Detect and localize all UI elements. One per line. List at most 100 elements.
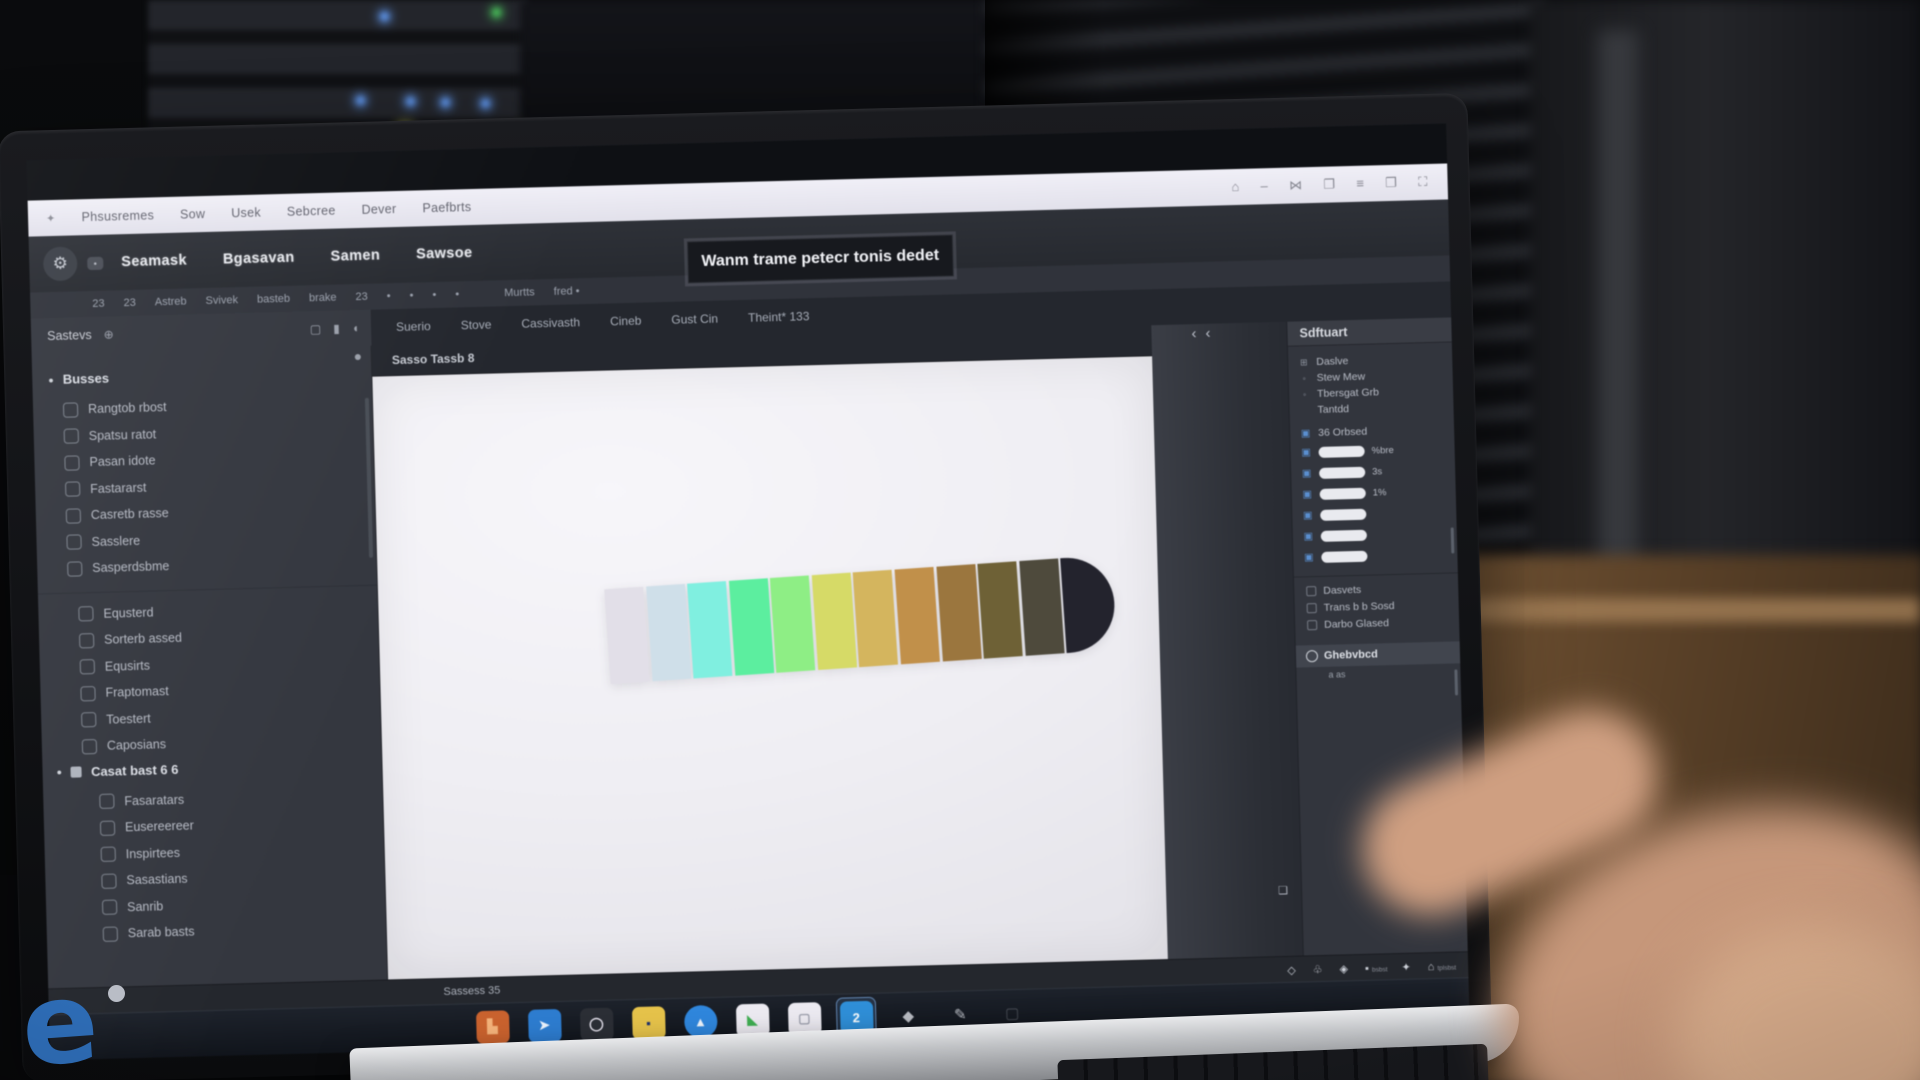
status-icon[interactable]: ♧ xyxy=(1313,962,1326,976)
document-tab[interactable]: Stove xyxy=(447,310,504,339)
ribbon-menu-item[interactable]: Sawsoe xyxy=(416,245,473,262)
document-tab[interactable]: Theint* 133 xyxy=(735,302,823,332)
toolbar-item[interactable]: fred • xyxy=(554,285,580,298)
color-swatch[interactable] xyxy=(728,578,775,676)
layer-checkbox-icon[interactable] xyxy=(78,606,94,622)
toolbar-item[interactable]: 23 xyxy=(355,291,368,303)
window-control-icon[interactable]: ⌂ xyxy=(1231,179,1240,195)
color-swatch[interactable] xyxy=(894,566,940,665)
layer-checkbox-icon[interactable] xyxy=(99,793,115,810)
window-control-icon[interactable]: ⛶ xyxy=(1418,174,1428,190)
menu-item[interactable]: Dever xyxy=(361,202,396,217)
color-swatch[interactable] xyxy=(1018,558,1065,656)
rack-led-light xyxy=(356,96,365,105)
document-tab[interactable]: Suerio xyxy=(383,312,444,342)
layer-checkbox-icon[interactable] xyxy=(66,534,82,550)
canvas-corner-icon[interactable]: ❏ xyxy=(1278,884,1288,897)
panel-half-icon[interactable]: ◖ xyxy=(352,321,360,335)
toolbar-item[interactable]: Murtts xyxy=(504,286,535,299)
window-control-icon[interactable]: ❒ xyxy=(1385,175,1397,191)
blue-cursor-app-icon[interactable]: ➤ xyxy=(525,1006,564,1045)
color-swatch[interactable] xyxy=(935,564,982,662)
color-swatch[interactable] xyxy=(604,586,650,685)
layer-label: Inspirtees xyxy=(125,845,181,862)
document-label: Sasso Tassb 8 xyxy=(391,351,475,368)
menu-item[interactable]: Sow xyxy=(180,207,206,222)
ribbon-menu-item[interactable]: Samen xyxy=(330,247,380,264)
status-icon-label: bsbst xyxy=(1371,965,1388,974)
inspector-scrollbar[interactable] xyxy=(1454,669,1459,696)
status-icon[interactable]: ◈ xyxy=(1339,962,1351,975)
document-tab[interactable]: Cassivasth xyxy=(508,308,593,338)
menu-item[interactable]: Phsusremes xyxy=(81,208,154,224)
sidebar-group3: Fasaratars Eusereereer Inspirtees Sasast… xyxy=(43,781,386,949)
window-control-icon[interactable]: ≡ xyxy=(1356,176,1364,192)
back-chevron-icon[interactable]: ‹ xyxy=(1191,325,1196,342)
gear-icon[interactable]: ⚙ xyxy=(42,246,78,282)
document-tab[interactable]: Cineb xyxy=(597,306,655,335)
layer-checkbox-icon[interactable] xyxy=(80,685,96,702)
layer-checkbox-icon[interactable] xyxy=(99,820,116,836)
taskbar-tile-icon: ▲ xyxy=(683,1004,718,1039)
blue-layer-icon: ▣ xyxy=(1300,427,1311,439)
layer-checkbox-icon[interactable] xyxy=(78,632,95,649)
layer-checkbox-icon[interactable] xyxy=(101,873,117,889)
color-swatch[interactable] xyxy=(770,575,816,673)
color-swatch[interactable] xyxy=(811,572,857,671)
layer-checkbox-icon[interactable] xyxy=(79,659,96,675)
color-swatch[interactable] xyxy=(645,583,692,682)
layer-checkbox-icon[interactable] xyxy=(101,899,118,916)
status-icon[interactable]: ◇ xyxy=(1287,963,1299,976)
layer-checkbox-icon[interactable] xyxy=(100,846,116,863)
ribbon-menu-item[interactable]: Seamask xyxy=(121,252,187,270)
toolbar-item[interactable]: basteb xyxy=(257,293,290,306)
layer-checkbox-icon[interactable] xyxy=(62,402,79,418)
layer-checkbox-icon[interactable] xyxy=(67,561,83,577)
status-icon[interactable]: ▪ bsbst xyxy=(1365,962,1388,974)
window-control-icon[interactable]: ❐ xyxy=(1323,176,1335,192)
layer-checkbox-icon[interactable] xyxy=(81,712,97,728)
menu-item[interactable]: Paefbrts xyxy=(422,200,471,215)
layer-checkbox-icon[interactable] xyxy=(81,738,98,755)
canvas[interactable] xyxy=(372,356,1168,980)
color-swatch[interactable] xyxy=(687,581,733,679)
color-swatch[interactable] xyxy=(1060,554,1118,654)
layer-checkbox-icon[interactable] xyxy=(102,926,119,942)
property-row[interactable]: Darbo Glased xyxy=(1295,612,1459,633)
panel-grid-icon[interactable]: ▢ xyxy=(310,322,322,336)
toolbar-item[interactable]: Astreb xyxy=(155,296,187,309)
layer-checkbox-icon[interactable] xyxy=(64,481,81,498)
toolbar-item[interactable]: 23 xyxy=(123,297,136,309)
back-chevron-icon[interactable]: ‹ xyxy=(1205,325,1210,342)
layer-label: Toestert xyxy=(106,711,151,727)
layer-checkbox-icon[interactable] xyxy=(64,455,80,471)
tooltip-text: Wanm trame petecr tonis dedet xyxy=(701,246,940,271)
document-tab[interactable]: Gust Cin xyxy=(658,304,731,334)
toolbar-item[interactable]: Svivek xyxy=(205,294,238,307)
layer-checkbox-icon[interactable] xyxy=(65,508,82,524)
ribbon-badge[interactable]: • xyxy=(87,256,104,271)
toolbar-item[interactable]: • xyxy=(387,290,391,302)
menu-item[interactable]: Sebcree xyxy=(287,204,336,219)
toolbar-item[interactable]: • xyxy=(409,290,413,302)
add-icon[interactable]: ⊕ xyxy=(103,327,113,341)
toolbar-item[interactable]: 23 xyxy=(92,298,105,310)
status-icon[interactable]: ✦ xyxy=(1401,960,1414,973)
orange-app-icon[interactable]: ▙ xyxy=(473,1007,512,1046)
layer-label: Sorterb assed xyxy=(103,631,183,648)
status-icon[interactable]: ⌂ tplsbst xyxy=(1428,960,1457,973)
window-control-icon[interactable]: ⋈ xyxy=(1289,177,1303,193)
menu-item[interactable]: Usek xyxy=(231,206,261,221)
layer-checkbox-icon[interactable] xyxy=(63,428,79,445)
toolbar-item[interactable]: • xyxy=(455,288,459,300)
color-swatch[interactable] xyxy=(853,569,899,668)
toolbar-item[interactable]: • xyxy=(432,289,436,301)
ribbon-menu-item[interactable]: Bgasavan xyxy=(223,250,295,268)
panel-bar-icon[interactable]: ▮ xyxy=(333,322,340,336)
layer-pill-row[interactable]: ▣ xyxy=(1293,543,1457,568)
window-control-icon[interactable]: – xyxy=(1260,178,1268,194)
toolbar-item[interactable]: brake xyxy=(309,292,337,305)
brand-logo-dot-icon xyxy=(108,985,125,1002)
inspector-scrollbar[interactable] xyxy=(1450,527,1455,554)
color-swatch[interactable] xyxy=(977,561,1023,659)
